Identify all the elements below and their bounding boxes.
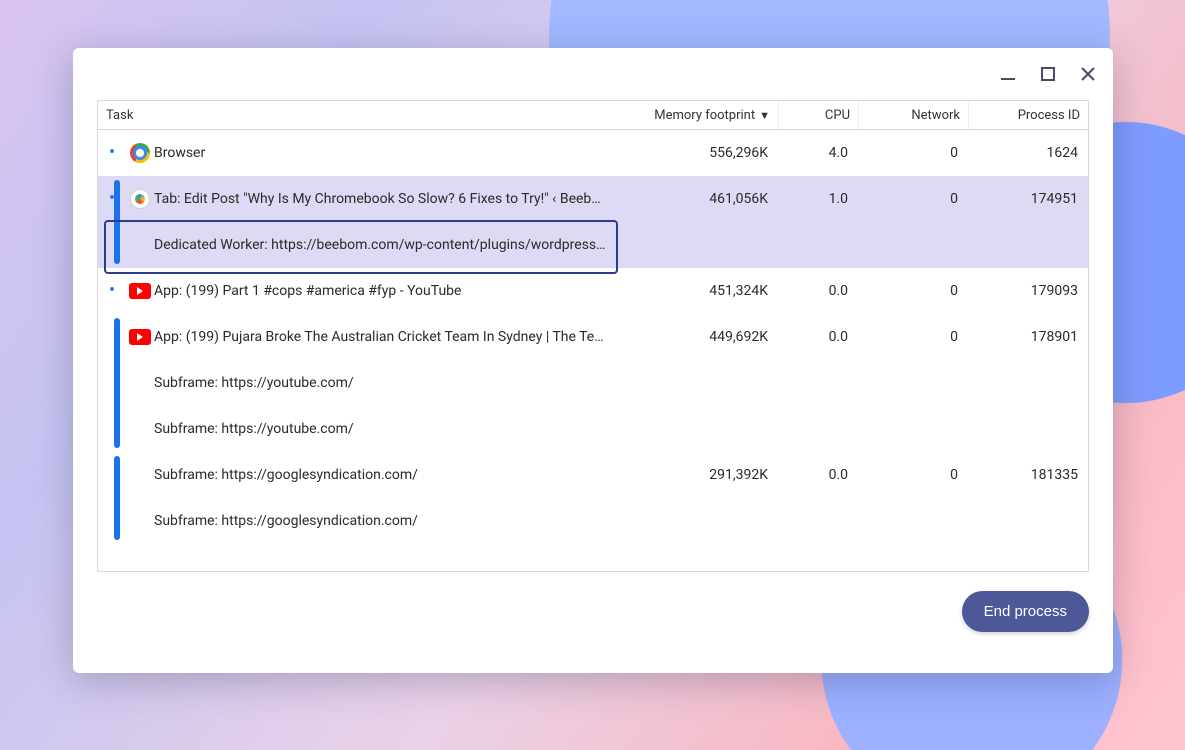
cell-memory: 556,296K [618,145,778,161]
row-icon [126,329,154,345]
task-name: Tab: Edit Post "Why Is My Chromebook So … [154,191,618,207]
col-memory-label: Memory footprint [654,108,755,123]
task-name: Browser [154,145,618,161]
table-row[interactable]: • Browser556,296K4.001624 [98,130,1088,176]
table-row[interactable]: App: (199) Pujara Broke The Australian C… [98,314,1088,360]
col-network[interactable]: Network [858,101,968,129]
cell-network: 0 [858,191,968,207]
process-group-indicator [114,456,120,540]
table-row[interactable]: Subframe: https://googlesyndication.com/… [98,452,1088,498]
row-icon [126,283,154,299]
process-group-indicator [114,318,120,448]
task-name: Subframe: https://youtube.com/ [154,421,618,437]
cell-memory: 291,392K [618,467,778,483]
cell-pid: 181335 [968,467,1088,483]
task-name: Dedicated Worker: https://beebom.com/wp-… [154,237,618,253]
cell-pid: 174951 [968,191,1088,207]
cell-cpu: 0.0 [778,329,858,345]
cell-memory: 451,324K [618,283,778,299]
cell-network: 0 [858,329,968,345]
cell-network: 0 [858,467,968,483]
task-manager-window: Task Memory footprint ▼ CPU Network Proc… [73,48,1113,673]
process-table: Task Memory footprint ▼ CPU Network Proc… [97,100,1089,572]
cell-pid: 179093 [968,283,1088,299]
row-icon [126,143,154,163]
chrome-icon [130,143,150,163]
task-name: Subframe: https://googlesyndication.com/ [154,513,618,529]
minimize-button[interactable] [999,65,1017,83]
col-cpu[interactable]: CPU [778,101,858,129]
table-row[interactable]: Subframe: https://youtube.com/ [98,406,1088,452]
table-row[interactable]: • Tab: Edit Post "Why Is My Chromebook So… [98,176,1088,222]
task-name: Subframe: https://youtube.com/ [154,375,618,391]
cell-memory: 461,056K [618,191,778,207]
end-process-button[interactable]: End process [962,591,1089,632]
cell-cpu: 4.0 [778,145,858,161]
close-icon [1080,66,1096,82]
row-icon [126,189,154,209]
table-row[interactable]: Subframe: https://youtube.com/ [98,360,1088,406]
process-group-indicator [114,180,120,264]
table-header: Task Memory footprint ▼ CPU Network Proc… [98,101,1088,130]
cell-network: 0 [858,145,968,161]
cell-network: 0 [858,283,968,299]
cell-memory: 449,692K [618,329,778,345]
task-name: App: (199) Part 1 #cops #america #fyp - … [154,283,618,299]
task-name: Subframe: https://googlesyndication.com/ [154,467,618,483]
close-button[interactable] [1079,65,1097,83]
window-titlebar [73,48,1113,100]
active-dot: • [98,144,126,162]
col-pid[interactable]: Process ID [968,101,1088,129]
youtube-icon [129,329,151,345]
cell-cpu: 1.0 [778,191,858,207]
minimize-icon [1000,66,1016,82]
table-body: •Browser556,296K4.001624•Tab: Edit Post … [98,130,1088,572]
col-memory[interactable]: Memory footprint ▼ [618,101,778,129]
youtube-icon [129,283,151,299]
cell-cpu: 0.0 [778,283,858,299]
table-row[interactable]: • App: (199) Part 1 #cops #america #fyp -… [98,268,1088,314]
cell-pid: 178901 [968,329,1088,345]
table-row[interactable]: Dedicated Worker: https://beebom.com/wp-… [98,222,1088,268]
cell-cpu: 0.0 [778,467,858,483]
dialog-footer: End process [73,572,1113,673]
maximize-icon [1041,67,1055,81]
sort-desc-icon: ▼ [759,110,770,121]
maximize-button[interactable] [1039,65,1057,83]
cell-pid: 1624 [968,145,1088,161]
table-row[interactable]: Subframe: https://googlesyndication.com/ [98,498,1088,544]
active-dot: • [98,190,126,208]
task-name: App: (199) Pujara Broke The Australian C… [154,329,618,345]
site-icon [130,189,150,209]
col-task[interactable]: Task [98,101,618,129]
active-dot: • [98,282,126,300]
